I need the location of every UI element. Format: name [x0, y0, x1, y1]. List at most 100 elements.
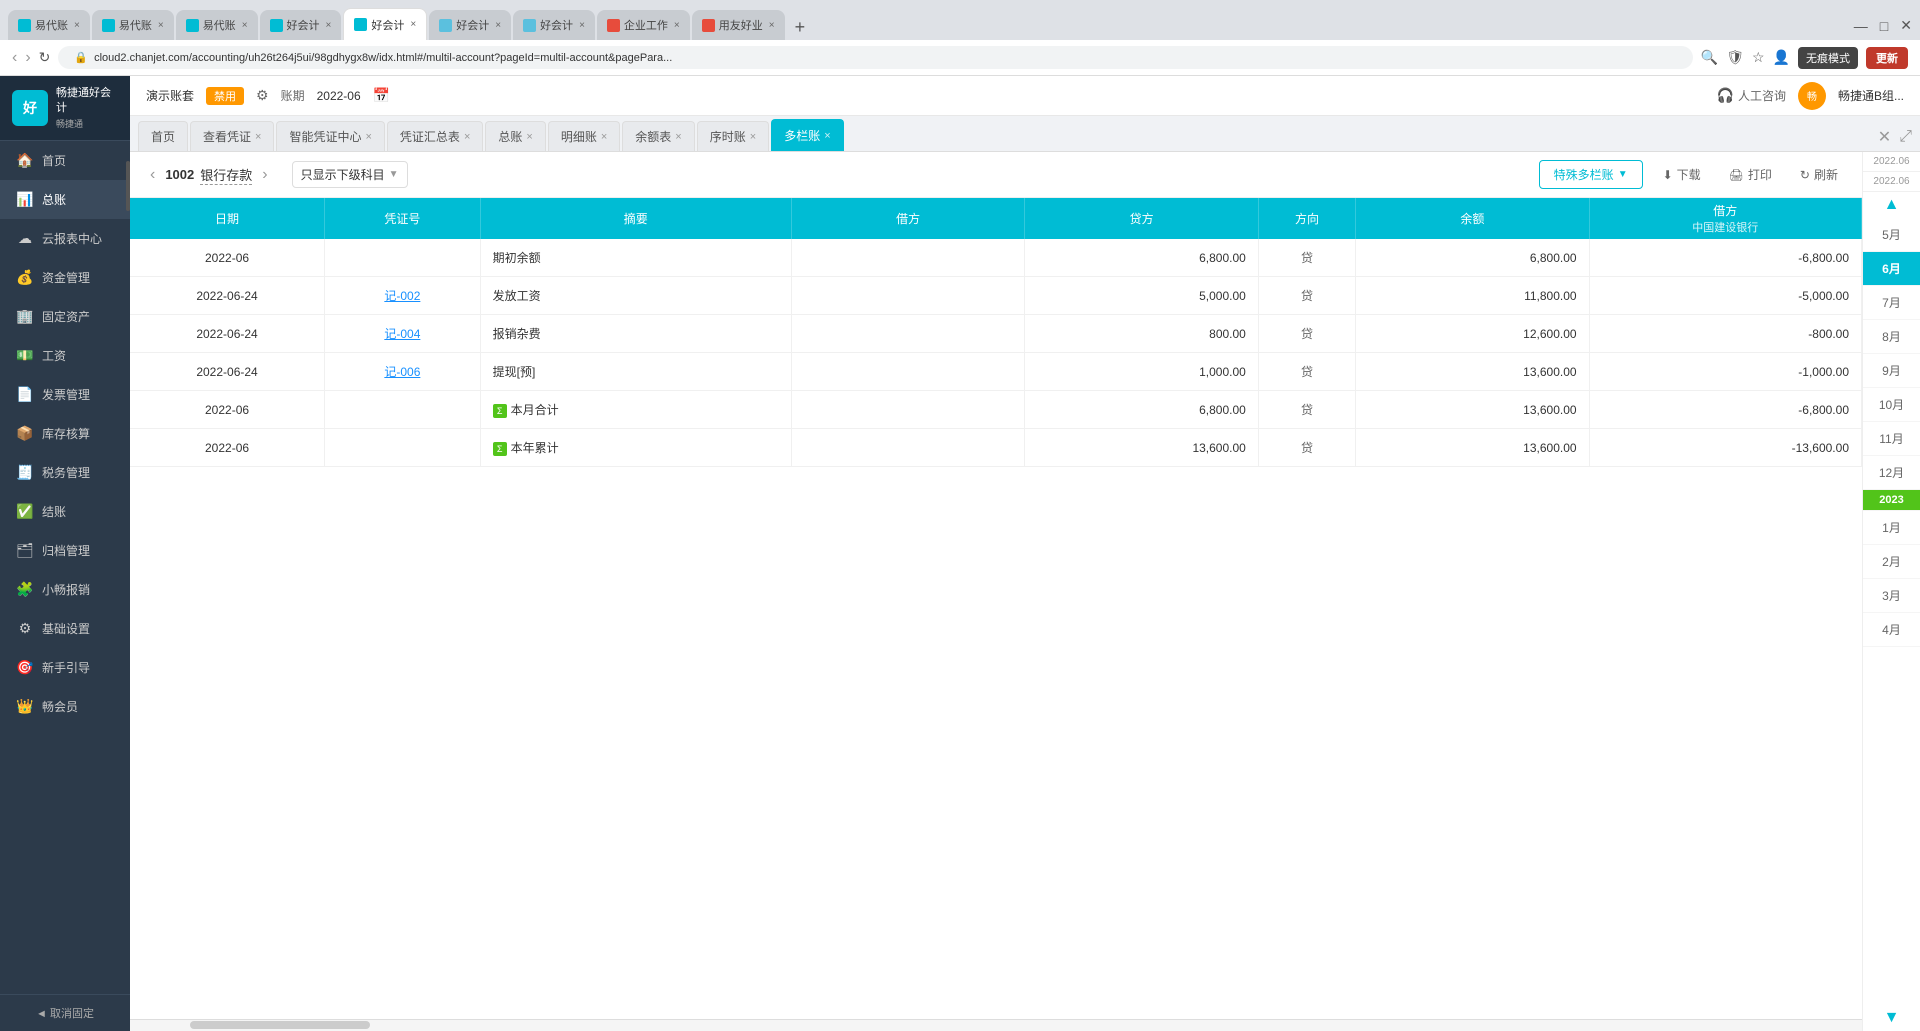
tab-haokuaiji-2-active[interactable]: 好会计 × — [343, 8, 427, 40]
tab-close-multi[interactable]: × — [824, 130, 830, 142]
nav-tab-multi-column[interactable]: 多栏账 × — [771, 119, 843, 151]
tab-close-summary[interactable]: × — [464, 131, 470, 143]
new-tab-button[interactable]: + — [787, 17, 814, 38]
shield-icon[interactable]: 🛡 — [1726, 49, 1744, 66]
nav-tab-home[interactable]: 首页 — [138, 121, 188, 151]
tab-haokuaiji-3[interactable]: 好会计 × — [429, 10, 511, 40]
search-icon[interactable]: 🔍 — [1701, 49, 1718, 66]
tab-close-8[interactable]: × — [674, 20, 680, 31]
sidebar-item-invoice[interactable]: 📄 发票管理 — [0, 375, 130, 414]
nav-tab-balance[interactable]: 余额表 × — [622, 121, 694, 151]
sidebar-item-fixed-assets[interactable]: 🏢 固定资产 — [0, 297, 130, 336]
month-item-7[interactable]: 7月 — [1863, 286, 1920, 320]
month-item-2023-1[interactable]: 1月 — [1863, 511, 1920, 545]
month-item-10[interactable]: 10月 — [1863, 388, 1920, 422]
refresh-button[interactable]: ↻ 刷新 — [1792, 162, 1846, 187]
month-item-2023-2[interactable]: 2月 — [1863, 545, 1920, 579]
prev-account-button[interactable]: ‹ — [146, 166, 159, 184]
download-button[interactable]: ⬇ 下载 — [1655, 162, 1709, 187]
tab-close-smart[interactable]: × — [365, 131, 371, 143]
panel-collapse-icon[interactable]: ✕ — [1878, 127, 1891, 147]
scroll-up-icon[interactable]: ▲ — [1880, 192, 1904, 218]
forward-button[interactable]: › — [25, 49, 30, 67]
back-button[interactable]: ‹ — [12, 49, 17, 67]
tab-haokuaiji-4[interactable]: 好会计 × — [513, 10, 595, 40]
sidebar-item-close-accounts[interactable]: ✅ 结账 — [0, 492, 130, 531]
sidebar-item-home[interactable]: 🏠 首页 — [0, 141, 130, 180]
url-box[interactable]: 🔒 cloud2.chanjet.com/accounting/uh26t264… — [58, 46, 1692, 69]
cell-voucher — [325, 391, 481, 429]
tab-close-9[interactable]: × — [769, 20, 775, 31]
cell-bank-debit: -800.00 — [1589, 315, 1861, 353]
consult-button[interactable]: 🎧 人工咨询 — [1717, 87, 1786, 104]
cell-voucher[interactable]: 记-002 — [325, 277, 481, 315]
tab-yidaizhang-3[interactable]: 易代账 × — [176, 10, 258, 40]
calendar-icon[interactable]: 📅 — [373, 87, 390, 104]
month-item-11[interactable]: 11月 — [1863, 422, 1920, 456]
tab-close-general[interactable]: × — [526, 131, 532, 143]
nav-tab-chronological[interactable]: 序时账 × — [697, 121, 769, 151]
tab-close-1[interactable]: × — [74, 20, 80, 31]
close-button[interactable]: ✕ — [1900, 17, 1912, 34]
tab-close-voucher[interactable]: × — [255, 131, 261, 143]
cell-balance: 13,600.00 — [1356, 391, 1589, 429]
month-item-2023-3[interactable]: 3月 — [1863, 579, 1920, 613]
horizontal-scrollbar[interactable] — [130, 1019, 1862, 1031]
next-account-button[interactable]: › — [258, 166, 271, 184]
nav-tab-voucher-view[interactable]: 查看凭证 × — [190, 121, 274, 151]
nav-tab-detail-ledger[interactable]: 明细账 × — [548, 121, 620, 151]
cell-voucher[interactable]: 记-006 — [325, 353, 481, 391]
scroll-down-icon[interactable]: ▼ — [1880, 1005, 1904, 1031]
tab-close-3[interactable]: × — [242, 20, 248, 31]
bookmark-icon[interactable]: ☆ — [1752, 49, 1765, 66]
print-button[interactable]: 🖨 打印 — [1721, 162, 1780, 187]
tab-close-6[interactable]: × — [495, 20, 501, 31]
month-item-8[interactable]: 8月 — [1863, 320, 1920, 354]
month-item-2023-4[interactable]: 4月 — [1863, 613, 1920, 647]
sidebar-item-funds[interactable]: 💰 资金管理 — [0, 258, 130, 297]
tab-haokuaiji-1[interactable]: 好会计 × — [260, 10, 342, 40]
user-avatar[interactable]: 畅 — [1798, 82, 1826, 110]
sidebar-item-ledger[interactable]: 📊 总账 — [0, 180, 130, 219]
update-btn[interactable]: 更新 — [1866, 47, 1908, 69]
unpin-button[interactable]: ◄ 取消固定 — [0, 994, 130, 1031]
tab-close-balance[interactable]: × — [675, 131, 681, 143]
sidebar-item-settings[interactable]: ⚙ 基础设置 — [0, 609, 130, 648]
tab-close-chrono[interactable]: × — [750, 131, 756, 143]
sidebar-item-archive[interactable]: 🗂 归档管理 — [0, 531, 130, 570]
sidebar-item-expense[interactable]: 🧩 小畅报销 — [0, 570, 130, 609]
settings-gear-icon[interactable]: ⚙ — [256, 87, 269, 104]
sidebar-item-cloud-report[interactable]: ☁ 云报表中心 — [0, 219, 130, 258]
month-item-12[interactable]: 12月 — [1863, 456, 1920, 490]
nav-tab-general-ledger[interactable]: 总账 × — [485, 121, 545, 151]
multi-col-button[interactable]: 特殊多栏账 ▼ — [1539, 160, 1643, 189]
month-item-6-current[interactable]: 6月 — [1863, 252, 1920, 286]
profile-icon[interactable]: 👤 — [1773, 49, 1790, 66]
tab-close-5[interactable]: × — [410, 19, 416, 30]
scrollbar-thumb[interactable] — [190, 1021, 370, 1029]
sidebar-item-salary[interactable]: 💵 工资 — [0, 336, 130, 375]
tab-enterprise[interactable]: 企业工作 × — [597, 10, 690, 40]
tab-yidaizhang-2[interactable]: 易代账 × — [92, 10, 174, 40]
nav-tab-smart-voucher[interactable]: 智能凭证中心 × — [276, 121, 384, 151]
tab-close-7[interactable]: × — [579, 20, 585, 31]
cell-voucher[interactable]: 记-004 — [325, 315, 481, 353]
panel-expand-icon[interactable]: ⤢ — [1899, 128, 1912, 146]
minimize-button[interactable]: — — [1854, 18, 1868, 34]
tab-close-4[interactable]: × — [326, 20, 332, 31]
refresh-button[interactable]: ↻ — [39, 49, 51, 66]
sidebar-item-inventory[interactable]: 📦 库存核算 — [0, 414, 130, 453]
stealth-mode-btn[interactable]: 无痕模式 — [1798, 47, 1858, 69]
nav-tab-voucher-summary[interactable]: 凭证汇总表 × — [387, 121, 483, 151]
sidebar-item-member[interactable]: 👑 畅会员 — [0, 687, 130, 726]
sidebar-item-tax[interactable]: 🧾 税务管理 — [0, 453, 130, 492]
sub-filter-dropdown[interactable]: 只显示下级科目 ▼ — [292, 161, 408, 188]
month-item-9[interactable]: 9月 — [1863, 354, 1920, 388]
sidebar-item-guide[interactable]: 🎯 新手引导 — [0, 648, 130, 687]
tab-close-detail[interactable]: × — [601, 131, 607, 143]
tab-yonyou[interactable]: 用友好业 × — [692, 10, 785, 40]
tab-close-2[interactable]: × — [158, 20, 164, 31]
tab-yidaizhang-1[interactable]: 易代账 × — [8, 10, 90, 40]
month-item-5[interactable]: 5月 — [1863, 218, 1920, 252]
maximize-button[interactable]: □ — [1880, 18, 1888, 34]
